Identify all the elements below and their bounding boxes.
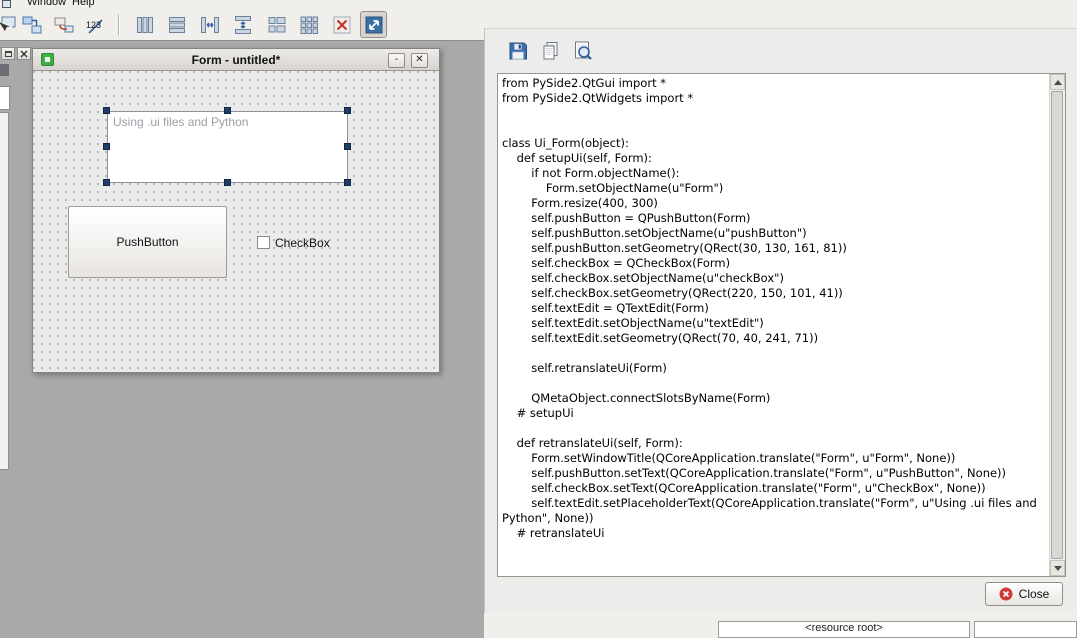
close-icon (20, 50, 28, 58)
checkbox-box[interactable] (257, 236, 270, 249)
resource-root-label: <resource root> (805, 622, 883, 634)
selection-handle-top-middle[interactable] (224, 107, 231, 114)
form-window-title: Form - untitled* (33, 53, 439, 67)
save-code-button[interactable] (504, 37, 532, 65)
checkbox-widget[interactable]: CheckBox (257, 235, 330, 250)
break-layout-button[interactable] (328, 11, 355, 38)
adjust-size-button[interactable] (360, 11, 387, 38)
layout-grid-button[interactable] (295, 11, 322, 38)
layout-vertically-button[interactable] (163, 11, 190, 38)
layout-horizontal-splitter-button[interactable] (196, 11, 223, 38)
edit-widgets-icon (0, 14, 17, 36)
menu-item-help[interactable]: Help (72, 0, 95, 8)
float-window-icon (5, 51, 12, 57)
scroll-down-button[interactable] (1050, 560, 1065, 576)
close-dialog-button[interactable]: Close (985, 582, 1063, 606)
checkbox-label: CheckBox (275, 236, 330, 250)
resource-detail-panel[interactable] (974, 621, 1077, 638)
widgetbox-filter-input[interactable] (0, 86, 10, 110)
scroll-up-button[interactable] (1050, 74, 1065, 90)
edit-signals-slots-icon (21, 14, 43, 36)
edit-tab-order-icon: 123 (84, 14, 106, 36)
form-window-titlebar[interactable]: Form - untitled* - ✕ (33, 49, 439, 71)
selection-handle-top-right[interactable] (344, 107, 351, 114)
generated-python-code[interactable]: from PySide2.QtGui import * from PySide2… (502, 76, 1047, 574)
tab-order-numbers: 123 (86, 20, 101, 30)
copy-code-button[interactable] (537, 37, 565, 65)
form-editor-window: Form - untitled* - ✕ Using .ui files and… (32, 48, 440, 373)
pushbutton-widget[interactable]: PushButton (68, 206, 227, 278)
layout-horizontally-icon (134, 14, 156, 36)
layout-vertical-splitter-button[interactable] (229, 11, 256, 38)
scrollbar-thumb[interactable] (1051, 91, 1063, 559)
code-vertical-scrollbar[interactable] (1049, 74, 1065, 576)
edit-buddies-icon (53, 14, 75, 36)
minimize-button[interactable]: - (388, 53, 405, 68)
edit-widgets-button[interactable] (0, 11, 19, 38)
save-icon (506, 39, 530, 63)
widgetbox-list[interactable] (0, 112, 9, 470)
dock-close-button[interactable] (17, 47, 31, 60)
selection-handle-middle-right[interactable] (344, 143, 351, 150)
adjust-size-icon (363, 14, 385, 36)
close-dialog-label: Close (1019, 587, 1050, 601)
arrow-down-icon (1054, 566, 1062, 571)
arrow-up-icon (1054, 80, 1062, 85)
layout-grid-icon (298, 14, 320, 36)
layout-horizontally-button[interactable] (131, 11, 158, 38)
widgetbox-icon (0, 64, 9, 76)
layout-form-icon (266, 14, 288, 36)
close-button[interactable]: ✕ (411, 53, 428, 68)
code-preview-dialog: from PySide2.QtGui import * from PySide2… (484, 28, 1077, 613)
toolbar-separator (118, 14, 120, 35)
code-frame: from PySide2.QtGui import * from PySide2… (497, 73, 1066, 577)
selection-handle-bottom-middle[interactable] (224, 179, 231, 186)
textedit-widget[interactable]: Using .ui files and Python (107, 111, 348, 183)
selection-handle-middle-left[interactable] (103, 143, 110, 150)
form-canvas[interactable]: Using .ui files and Python PushButton Ch… (33, 71, 439, 372)
edit-buddies-button[interactable] (50, 11, 77, 38)
layout-vertical-splitter-icon (232, 14, 254, 36)
find-in-code-button[interactable] (569, 37, 597, 65)
selection-handle-bottom-right[interactable] (344, 179, 351, 186)
find-icon (571, 39, 595, 63)
layout-vertically-icon (166, 14, 188, 36)
break-layout-icon (331, 14, 353, 36)
layout-form-button[interactable] (263, 11, 290, 38)
menu-item-window[interactable]: Window (27, 0, 66, 8)
qt-designer-screen: Window Help 1 (0, 0, 1077, 638)
resource-root-panel[interactable]: <resource root> (718, 621, 970, 638)
layout-horizontal-splitter-icon (199, 14, 221, 36)
menu-grid-icon (2, 0, 11, 8)
menu-bar: Window Help (0, 0, 1077, 9)
selection-handle-bottom-left[interactable] (103, 179, 110, 186)
copy-icon (539, 39, 563, 63)
textedit-placeholder: Using .ui files and Python (113, 115, 248, 129)
edit-signals-slots-button[interactable] (18, 11, 45, 38)
selection-handle-top-left[interactable] (103, 107, 110, 114)
close-circle-icon (999, 587, 1013, 601)
dock-float-button[interactable] (1, 47, 15, 60)
edit-tab-order-button[interactable]: 123 (81, 11, 108, 38)
